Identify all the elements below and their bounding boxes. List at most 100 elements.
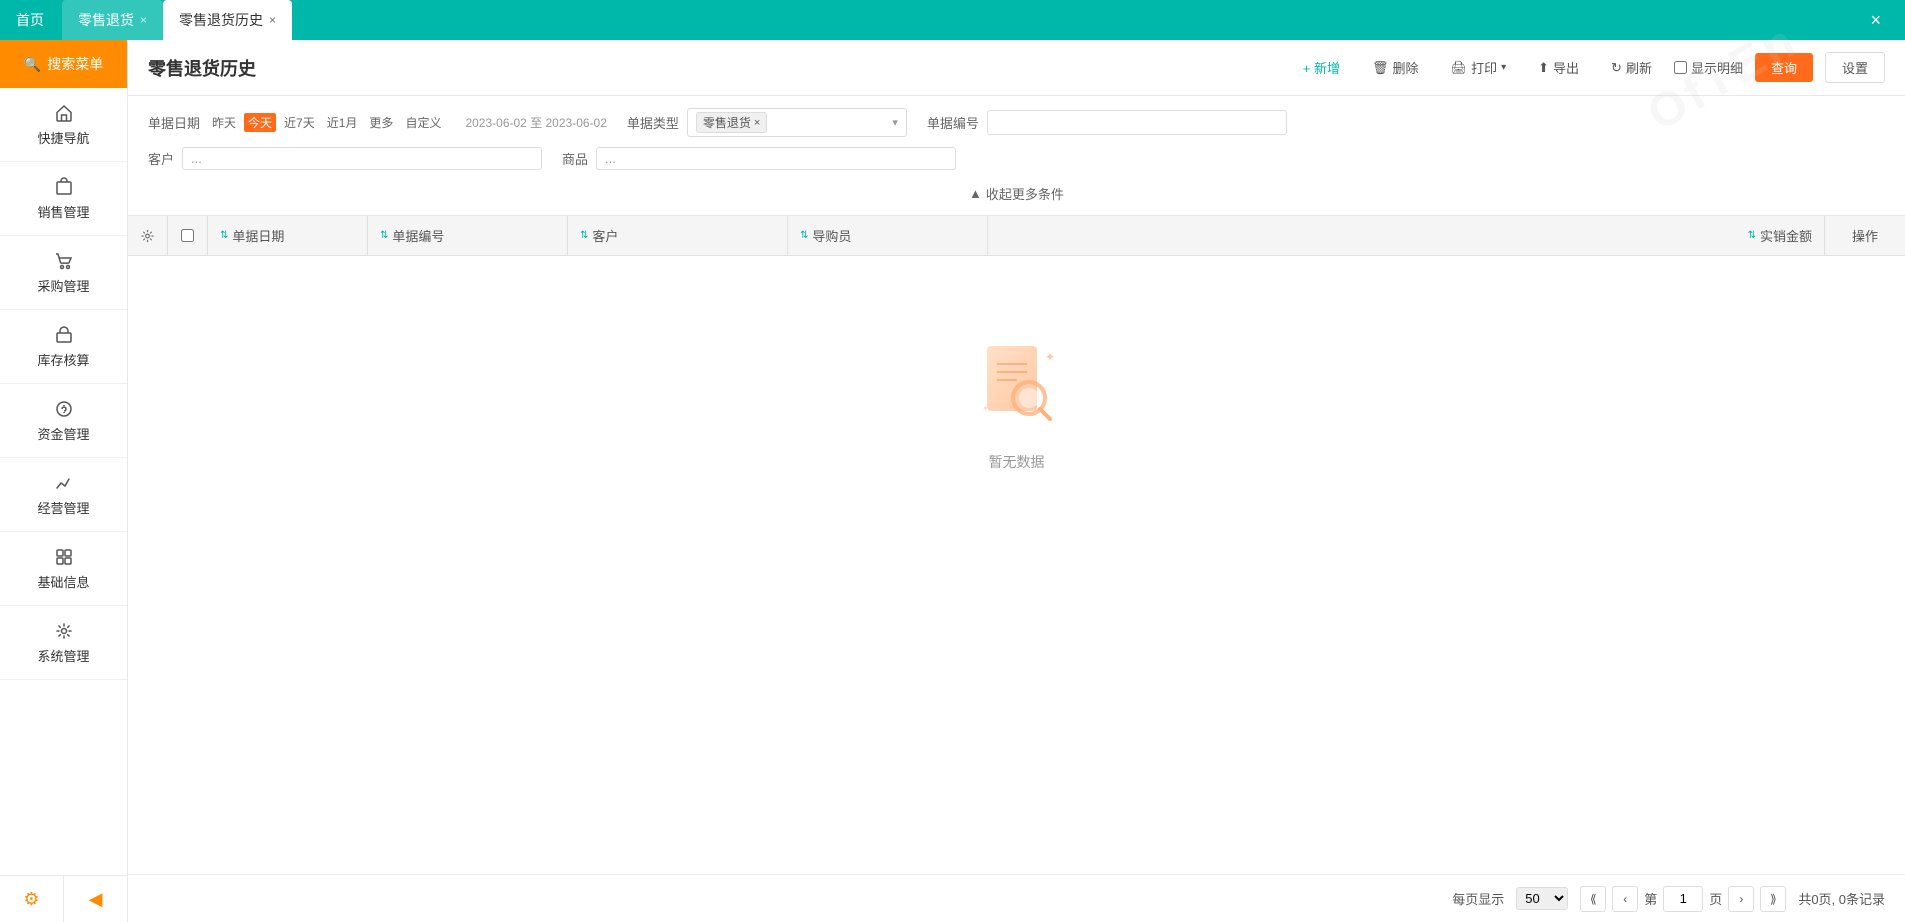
settings-button[interactable]: 设置 <box>1825 52 1885 83</box>
page-title: 零售退货历史 <box>148 55 256 81</box>
sidebar-settings-button[interactable]: ⚙ <box>0 876 64 922</box>
date-filter: 单据日期 昨天 今天 近7天 近1月 更多 自定义 <box>148 113 445 132</box>
bill-type-select[interactable]: 零售退货 × ▾ <box>687 108 907 137</box>
first-page-button[interactable]: ⟪ <box>1580 886 1606 912</box>
print-dropdown-icon: ▾ <box>1501 62 1506 73</box>
sidebar-bottom: ⚙ ◀ <box>0 875 127 922</box>
th-billno[interactable]: ⇅ 单据编号 <box>368 216 568 255</box>
sidebar-item-inventory[interactable]: 库存核算 <box>0 310 127 384</box>
top-bar-right: × <box>1862 6 1905 35</box>
bill-no-label: 单据编号 <box>927 113 979 132</box>
th-guide[interactable]: ⇅ 导购员 <box>788 216 988 255</box>
filter-area: 单据日期 昨天 今天 近7天 近1月 更多 自定义 2023-06-02 至 2… <box>128 96 1905 216</box>
svg-text:✦: ✦ <box>982 404 989 413</box>
customer-placeholder: ... <box>191 151 202 166</box>
sidebar-collapse-button[interactable]: ◀ <box>64 876 127 922</box>
page-unit: 页 <box>1709 889 1722 908</box>
customer-filter: 客户 ... <box>148 147 542 170</box>
shortcut-yesterday[interactable]: 昨天 <box>208 113 240 132</box>
new-button[interactable]: + 新增 <box>1293 53 1350 82</box>
sidebar-item-purchase-label: 采购管理 <box>37 276 89 295</box>
sidebar-item-basic-info[interactable]: 基础信息 <box>0 532 127 606</box>
total-info: 共0页, 0条记录 <box>1798 889 1885 908</box>
delete-button[interactable]: 🗑 删除 <box>1362 53 1429 82</box>
page-size-label: 每页显示 <box>1452 889 1504 908</box>
sidebar-search[interactable]: 🔍 搜索菜单 <box>0 40 127 88</box>
sidebar-item-basic-info-label: 基础信息 <box>37 572 89 591</box>
empty-state: ✦ ✦ 暂无数据 <box>128 256 1905 552</box>
bill-type-tag-close[interactable]: × <box>754 117 760 129</box>
sidebar-item-system[interactable]: 系统管理 <box>0 606 127 680</box>
collapse-icon: ▲ <box>969 186 982 201</box>
next-page-button[interactable]: › <box>1728 886 1754 912</box>
empty-text: 暂无数据 <box>989 452 1045 472</box>
top-bar: 首页 零售退货 × 零售退货历史 × × <box>0 0 1905 40</box>
tab-bar: 首页 零售退货 × 零售退货历史 × <box>0 0 1862 40</box>
shortcut-1month[interactable]: 近1月 <box>323 113 362 132</box>
sidebar-item-operations-label: 经营管理 <box>37 498 89 517</box>
bill-no-filter: 单据编号 <box>927 110 1287 135</box>
query-button[interactable]: 查询 <box>1755 53 1813 82</box>
table-area: ⇅ 单据日期 ⇅ 单据编号 ⇅ 客户 ⇅ 导购员 ⇅ 实销金额 <box>128 216 1905 874</box>
sidebar-search-label: 搜索菜单 <box>47 54 103 74</box>
th-date[interactable]: ⇅ 单据日期 <box>208 216 368 255</box>
sales-icon <box>53 176 75 198</box>
prev-page-button[interactable]: ‹ <box>1612 886 1638 912</box>
filter-row-2: 客户 ... 商品 ... <box>148 147 1885 170</box>
bill-type-label: 单据类型 <box>627 113 679 132</box>
home-icon <box>53 102 75 124</box>
sidebar-item-finance[interactable]: 资金管理 <box>0 384 127 458</box>
date-shortcuts: 昨天 今天 近7天 近1月 更多 自定义 <box>208 113 445 132</box>
print-button[interactable]: 🖨 打印 ▾ <box>1441 53 1517 82</box>
sidebar-item-operations[interactable]: 经营管理 <box>0 458 127 532</box>
refresh-button[interactable]: ↻ 刷新 <box>1601 53 1662 82</box>
shortcut-more[interactable]: 更多 <box>365 113 397 132</box>
tab-home[interactable]: 首页 <box>0 0 60 40</box>
empty-illustration: ✦ ✦ <box>967 336 1067 436</box>
sidebar-item-system-label: 系统管理 <box>37 646 89 665</box>
th-amount[interactable]: ⇅ 实销金额 <box>988 216 1825 255</box>
shortcut-custom[interactable]: 自定义 <box>401 113 445 132</box>
goods-select[interactable]: ... <box>596 147 956 170</box>
sidebar-item-sales[interactable]: 销售管理 <box>0 162 127 236</box>
page-nav: ⟪ ‹ 第 页 › ⟫ <box>1580 886 1786 912</box>
tab-return[interactable]: 零售退货 × <box>62 0 163 40</box>
table-header: ⇅ 单据日期 ⇅ 单据编号 ⇅ 客户 ⇅ 导购员 ⇅ 实销金额 <box>128 216 1905 256</box>
sidebar-item-inventory-label: 库存核算 <box>37 350 89 369</box>
page-number-input[interactable] <box>1663 886 1703 912</box>
bill-type-tags: 零售退货 × <box>696 112 767 133</box>
tab-return-close[interactable]: × <box>140 13 147 27</box>
sidebar-item-purchase[interactable]: 采购管理 <box>0 236 127 310</box>
shortcut-today[interactable]: 今天 <box>244 113 276 132</box>
th-settings[interactable] <box>128 216 168 255</box>
export-button[interactable]: ⬆ 导出 <box>1528 53 1589 82</box>
select-all-checkbox[interactable] <box>181 229 194 242</box>
th-customer[interactable]: ⇅ 客户 <box>568 216 788 255</box>
filter-row-1: 单据日期 昨天 今天 近7天 近1月 更多 自定义 2023-06-02 至 2… <box>148 108 1885 137</box>
sort-icon-amount: ⇅ <box>1748 230 1756 241</box>
page-size-select[interactable]: 50 10 20 100 <box>1516 887 1568 910</box>
th-checkbox[interactable] <box>168 216 208 255</box>
sidebar-item-sales-label: 销售管理 <box>37 202 89 221</box>
sidebar-item-quick-nav[interactable]: 快捷导航 <box>0 88 127 162</box>
inventory-icon <box>53 324 75 346</box>
shortcut-7days[interactable]: 近7天 <box>280 113 319 132</box>
tab-return-history-close[interactable]: × <box>269 13 276 27</box>
collapse-filter-button[interactable]: ▲ 收起更多条件 <box>148 180 1885 207</box>
customer-label: 客户 <box>148 149 174 168</box>
export-icon: ⬆ <box>1538 60 1549 76</box>
bill-type-dropdown-icon: ▾ <box>892 116 898 129</box>
system-icon <box>53 620 75 642</box>
sidebar-item-finance-label: 资金管理 <box>37 424 89 443</box>
tab-return-history[interactable]: 零售退货历史 × <box>163 0 292 40</box>
bill-no-input[interactable] <box>987 110 1287 135</box>
customer-select[interactable]: ... <box>182 147 542 170</box>
sort-icon-guide: ⇅ <box>800 230 808 241</box>
sort-icon-customer: ⇅ <box>580 230 588 241</box>
show-detail-checkbox[interactable] <box>1674 61 1687 74</box>
content-area: 零售退货历史 + 新增 🗑 删除 🖨 打印 ▾ ⬆ 导出 ↻ <box>128 40 1905 922</box>
sort-icon-date: ⇅ <box>220 230 228 241</box>
search-icon: 🔍 <box>24 56 41 73</box>
window-close-button[interactable]: × <box>1862 6 1889 35</box>
last-page-button[interactable]: ⟫ <box>1760 886 1786 912</box>
